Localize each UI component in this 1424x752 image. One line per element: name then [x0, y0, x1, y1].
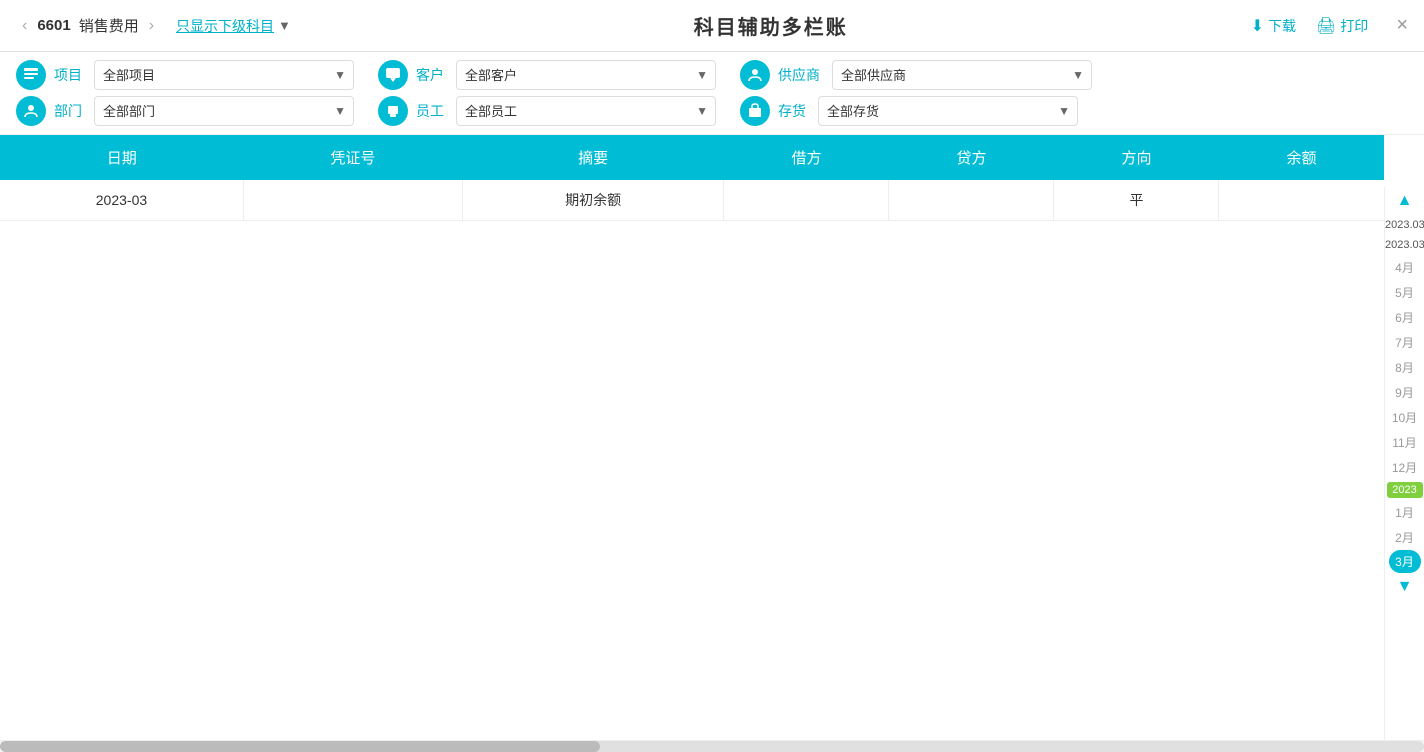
table-row: 2023-03 期初余额 平 — [0, 180, 1384, 221]
only-sub-dropdown-icon[interactable]: ▼ — [278, 18, 291, 33]
scroll-thumb — [0, 741, 600, 752]
timeline-item-1m[interactable]: 1月 — [1385, 500, 1424, 525]
timeline-down-btn[interactable]: ▼ — [1391, 573, 1419, 601]
cell-debit — [724, 180, 889, 221]
customer-icon — [378, 60, 408, 90]
timeline-item-7m[interactable]: 7月 — [1385, 330, 1424, 355]
supplier-select-wrapper: 全部供应商 ▼ — [832, 60, 1092, 90]
top-bar: ‹ 6601 销售费用 › 只显示下级科目 ▼ 科目辅助多栏账 ⬇ 下载 🖨 打… — [0, 0, 1424, 52]
timeline-item-12m[interactable]: 12月 — [1385, 455, 1424, 480]
cell-summary: 期初余额 — [462, 180, 724, 221]
supplier-select[interactable]: 全部供应商 — [832, 60, 1092, 90]
timeline-up-btn[interactable]: ▲ — [1391, 187, 1419, 215]
project-icon — [16, 60, 46, 90]
download-btn[interactable]: ⬇ 下载 — [1251, 16, 1296, 36]
col-summary: 摘要 — [462, 135, 724, 180]
timeline-panel: ▲ 2023.03 2023.03 4月 5月 6月 7月 8月 9月 10月 … — [1384, 187, 1424, 740]
page-title: 科目辅助多栏账 — [291, 11, 1251, 40]
filter-row-1: 项目 全部项目 ▼ 客户 全部客户 ▼ 供应商 — [16, 60, 1408, 90]
customer-select[interactable]: 全部客户 — [456, 60, 716, 90]
content-area: 日期 凭证号 摘要 借方 贷方 方向 余额 2023-03 期初余额 — [0, 135, 1424, 740]
supplier-icon — [740, 60, 770, 90]
inventory-select[interactable]: 全部存货 — [818, 96, 1078, 126]
employee-select-wrapper: 全部员工 ▼ — [456, 96, 716, 126]
timeline-item-6m[interactable]: 6月 — [1385, 305, 1424, 330]
timeline-item-9m[interactable]: 9月 — [1385, 380, 1424, 405]
timeline-item-5m[interactable]: 5月 — [1385, 280, 1424, 305]
timeline-year-2023[interactable]: 2023 — [1387, 482, 1423, 498]
account-code: 6601 — [37, 17, 70, 34]
project-label: 项目 — [54, 65, 82, 85]
dept-select[interactable]: 全部部门 — [94, 96, 354, 126]
col-balance: 余额 — [1219, 135, 1384, 180]
project-select[interactable]: 全部项目 — [94, 60, 354, 90]
employee-label: 员工 — [416, 101, 444, 121]
action-buttons: ⬇ 下载 🖨 打印 × — [1251, 14, 1408, 37]
col-debit: 借方 — [724, 135, 889, 180]
download-label: 下载 — [1268, 16, 1296, 36]
timeline-item-10m[interactable]: 10月 — [1385, 405, 1424, 430]
inventory-label: 存货 — [778, 101, 806, 121]
prev-account-btn[interactable]: ‹ — [16, 15, 33, 37]
col-direction: 方向 — [1054, 135, 1219, 180]
dept-select-wrapper: 全部部门 ▼ — [94, 96, 354, 126]
employee-select[interactable]: 全部员工 — [456, 96, 716, 126]
cell-date: 2023-03 — [0, 180, 243, 221]
timeline-item-3m-active[interactable]: 3月 — [1389, 550, 1421, 573]
print-label: 打印 — [1340, 16, 1368, 36]
main-window: ‹ 6601 销售费用 › 只显示下级科目 ▼ 科目辅助多栏账 ⬇ 下载 🖨 打… — [0, 0, 1424, 752]
cell-voucher — [243, 180, 462, 221]
col-date: 日期 — [0, 135, 243, 180]
table-container[interactable]: 日期 凭证号 摘要 借方 贷方 方向 余额 2023-03 期初余额 — [0, 135, 1384, 221]
timeline-item-0[interactable]: 2023.03 — [1385, 215, 1424, 235]
timeline-item-4m[interactable]: 4月 — [1385, 255, 1424, 280]
cell-balance — [1219, 180, 1384, 221]
supplier-label: 供应商 — [778, 65, 820, 85]
customer-label: 客户 — [416, 65, 444, 85]
only-sub-label[interactable]: 只显示下级科目 — [176, 16, 274, 36]
inventory-select-wrapper: 全部存货 ▼ — [818, 96, 1078, 126]
close-btn[interactable]: × — [1396, 14, 1408, 37]
timeline-item-1[interactable]: 2023.03 — [1385, 235, 1424, 255]
customer-select-wrapper: 全部客户 ▼ — [456, 60, 716, 90]
ledger-table: 日期 凭证号 摘要 借方 贷方 方向 余额 2023-03 期初余额 — [0, 135, 1384, 221]
bottom-scrollbar[interactable] — [0, 740, 1424, 752]
filter-section: 项目 全部项目 ▼ 客户 全部客户 ▼ 供应商 — [0, 52, 1424, 135]
col-credit: 贷方 — [889, 135, 1054, 180]
dept-icon — [16, 96, 46, 126]
cell-credit — [889, 180, 1054, 221]
print-icon: 🖨 — [1316, 16, 1336, 36]
download-icon: ⬇ — [1251, 16, 1264, 36]
scroll-track — [0, 741, 1424, 752]
filter-row-2: 部门 全部部门 ▼ 员工 全部员工 ▼ 存货 — [16, 96, 1408, 126]
employee-icon — [378, 96, 408, 126]
dept-label: 部门 — [54, 101, 82, 121]
account-name: 销售费用 — [79, 15, 139, 36]
timeline-item-8m[interactable]: 8月 — [1385, 355, 1424, 380]
next-account-btn[interactable]: › — [143, 15, 160, 37]
col-voucher: 凭证号 — [243, 135, 462, 180]
print-btn[interactable]: 🖨 打印 — [1316, 16, 1368, 36]
inventory-icon — [740, 96, 770, 126]
project-select-wrapper: 全部项目 ▼ — [94, 60, 354, 90]
timeline-item-2m[interactable]: 2月 — [1385, 525, 1424, 550]
timeline-item-11m[interactable]: 11月 — [1385, 430, 1424, 455]
table-header-row: 日期 凭证号 摘要 借方 贷方 方向 余额 — [0, 135, 1384, 180]
cell-direction: 平 — [1054, 180, 1219, 221]
